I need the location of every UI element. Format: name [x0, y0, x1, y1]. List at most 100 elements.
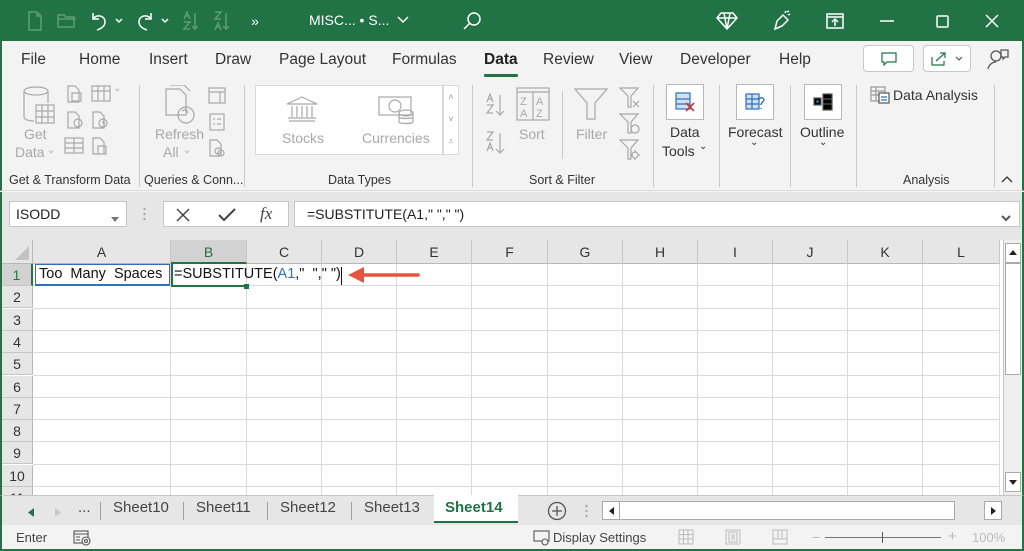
- zoom-slider[interactable]: [825, 537, 941, 538]
- minimize-button[interactable]: [875, 9, 899, 33]
- zoom-level[interactable]: 100%: [972, 530, 1005, 545]
- maximize-button[interactable]: [930, 9, 954, 33]
- name-box[interactable]: ISODD: [9, 201, 127, 227]
- column-header-k[interactable]: K: [848, 240, 923, 264]
- tab-insert[interactable]: Insert: [149, 51, 188, 69]
- sheet-tab-sheet13[interactable]: Sheet13: [364, 499, 420, 516]
- redo-icon[interactable]: [134, 9, 156, 33]
- currencies-button[interactable]: Currencies: [362, 130, 430, 146]
- data-tools-icon[interactable]: [666, 84, 704, 120]
- tab-review[interactable]: Review: [543, 51, 594, 69]
- tab-split-handle[interactable]: [585, 504, 588, 521]
- from-text-csv-icon[interactable]: [66, 85, 84, 106]
- row-header-8[interactable]: 8: [2, 420, 33, 443]
- forecast-icon[interactable]: [736, 84, 774, 120]
- undo-icon[interactable]: [88, 9, 110, 33]
- normal-view-icon[interactable]: [678, 529, 694, 548]
- row-header-11[interactable]: 11: [2, 487, 33, 495]
- scroll-down-button[interactable]: [1005, 472, 1021, 492]
- coauthor-pen-icon[interactable]: [770, 9, 794, 33]
- tab-view[interactable]: View: [619, 51, 652, 69]
- gallery-down-icon[interactable]: ˅: [444, 108, 458, 130]
- fill-handle[interactable]: [244, 284, 249, 289]
- account-person-icon[interactable]: [987, 48, 1009, 73]
- comments-button[interactable]: [863, 45, 914, 72]
- row-header-7[interactable]: 7: [2, 397, 33, 420]
- page-break-preview-icon[interactable]: [772, 529, 788, 548]
- row-header-2[interactable]: 2: [2, 286, 33, 309]
- new-file-icon[interactable]: [24, 9, 46, 33]
- filter-funnel-icon[interactable]: [573, 87, 609, 124]
- column-header-j[interactable]: J: [773, 240, 848, 264]
- scroll-right-button[interactable]: [984, 501, 1002, 520]
- column-header-f[interactable]: F: [472, 240, 548, 264]
- gallery-more-icon[interactable]: ⩡: [444, 130, 458, 152]
- column-header-e[interactable]: E: [397, 240, 472, 264]
- more-sheets-button[interactable]: ...: [78, 499, 91, 516]
- tab-formulas[interactable]: Formulas: [392, 51, 457, 69]
- scroll-thumb[interactable]: [1005, 263, 1021, 375]
- refresh-all-chevron-icon[interactable]: ⌄: [183, 145, 191, 156]
- from-picture-chevron-icon[interactable]: ⌄: [113, 83, 121, 94]
- confirm-entry-icon[interactable]: [218, 208, 236, 225]
- cancel-entry-icon[interactable]: [176, 208, 190, 225]
- existing-connections-icon[interactable]: [91, 137, 109, 158]
- sort-z-to-a-icon[interactable]: [485, 131, 507, 158]
- formula-bar-resize-handle[interactable]: [143, 207, 146, 221]
- search-icon[interactable]: [460, 9, 484, 33]
- row-header-6[interactable]: 6: [2, 375, 33, 398]
- sort-a-to-z-icon[interactable]: [485, 92, 507, 120]
- tab-draw[interactable]: Draw: [215, 51, 251, 69]
- sort-dialog-icon[interactable]: ZAAZ: [516, 87, 550, 124]
- undo-dropdown-icon[interactable]: [113, 9, 125, 33]
- properties-icon[interactable]: [208, 113, 226, 134]
- data-analysis-button[interactable]: Data Analysis: [893, 87, 978, 103]
- outline-chevron-icon[interactable]: ⌄: [819, 137, 827, 148]
- column-header-a[interactable]: A: [33, 240, 171, 264]
- close-button[interactable]: [980, 9, 1004, 33]
- expand-formula-bar-icon[interactable]: [1001, 210, 1011, 226]
- cell-a1[interactable]: Too Many Spaces: [39, 266, 162, 282]
- row-header-3[interactable]: 3: [2, 308, 33, 331]
- insert-function-icon[interactable]: fx: [260, 204, 272, 224]
- share-button[interactable]: [923, 45, 971, 72]
- get-data-label-1[interactable]: Get: [24, 126, 47, 142]
- accessibility-icon[interactable]: [73, 530, 91, 549]
- name-box-dropdown-icon[interactable]: [111, 209, 119, 225]
- sort-ascending-icon[interactable]: [180, 9, 202, 33]
- column-header-d[interactable]: D: [322, 240, 397, 264]
- column-header-c[interactable]: C: [247, 240, 322, 264]
- outline-icon[interactable]: [804, 84, 842, 120]
- scroll-left-button[interactable]: [603, 502, 620, 519]
- column-header-h[interactable]: H: [623, 240, 698, 264]
- sort-button[interactable]: Sort: [519, 126, 545, 142]
- select-all-corner[interactable]: [2, 240, 33, 264]
- sheet-scroll-left-icon[interactable]: [28, 505, 34, 520]
- cell-b1[interactable]: =SUBSTITUTE(A1," "," "): [174, 266, 341, 282]
- sort-descending-icon[interactable]: [211, 9, 233, 33]
- zoom-slider-thumb[interactable]: [882, 532, 883, 543]
- tab-developer[interactable]: Developer: [680, 51, 751, 69]
- reapply-filter-icon[interactable]: [618, 113, 641, 138]
- row-header-5[interactable]: 5: [2, 353, 33, 376]
- ribbon-display-icon[interactable]: [823, 9, 847, 33]
- data-analysis-icon[interactable]: [870, 86, 890, 107]
- data-tools-label-2[interactable]: Tools: [662, 143, 695, 159]
- formula-input[interactable]: =SUBSTITUTE(A1," "," "): [294, 201, 1020, 227]
- edit-links-icon[interactable]: [208, 139, 226, 160]
- display-settings-button[interactable]: Display Settings: [553, 530, 646, 545]
- more-commands-button[interactable]: »: [248, 9, 262, 33]
- gallery-scroll[interactable]: ˄ ˅ ⩡: [443, 85, 459, 155]
- from-table-icon[interactable]: [64, 137, 84, 158]
- get-data-label-2[interactable]: Data: [15, 144, 45, 160]
- currencies-money-icon[interactable]: [378, 95, 416, 130]
- redo-dropdown-icon[interactable]: [159, 9, 171, 33]
- title-chevron-down-icon[interactable]: [396, 12, 410, 29]
- column-header-g[interactable]: G: [548, 240, 623, 264]
- get-data-database-icon[interactable]: [22, 85, 56, 130]
- display-settings-icon[interactable]: [533, 530, 551, 549]
- page-layout-view-icon[interactable]: [725, 529, 741, 548]
- horizontal-scrollbar[interactable]: [602, 501, 955, 520]
- sheet-tab-sheet14[interactable]: Sheet14: [445, 499, 503, 516]
- zoom-out-button[interactable]: −: [812, 529, 820, 545]
